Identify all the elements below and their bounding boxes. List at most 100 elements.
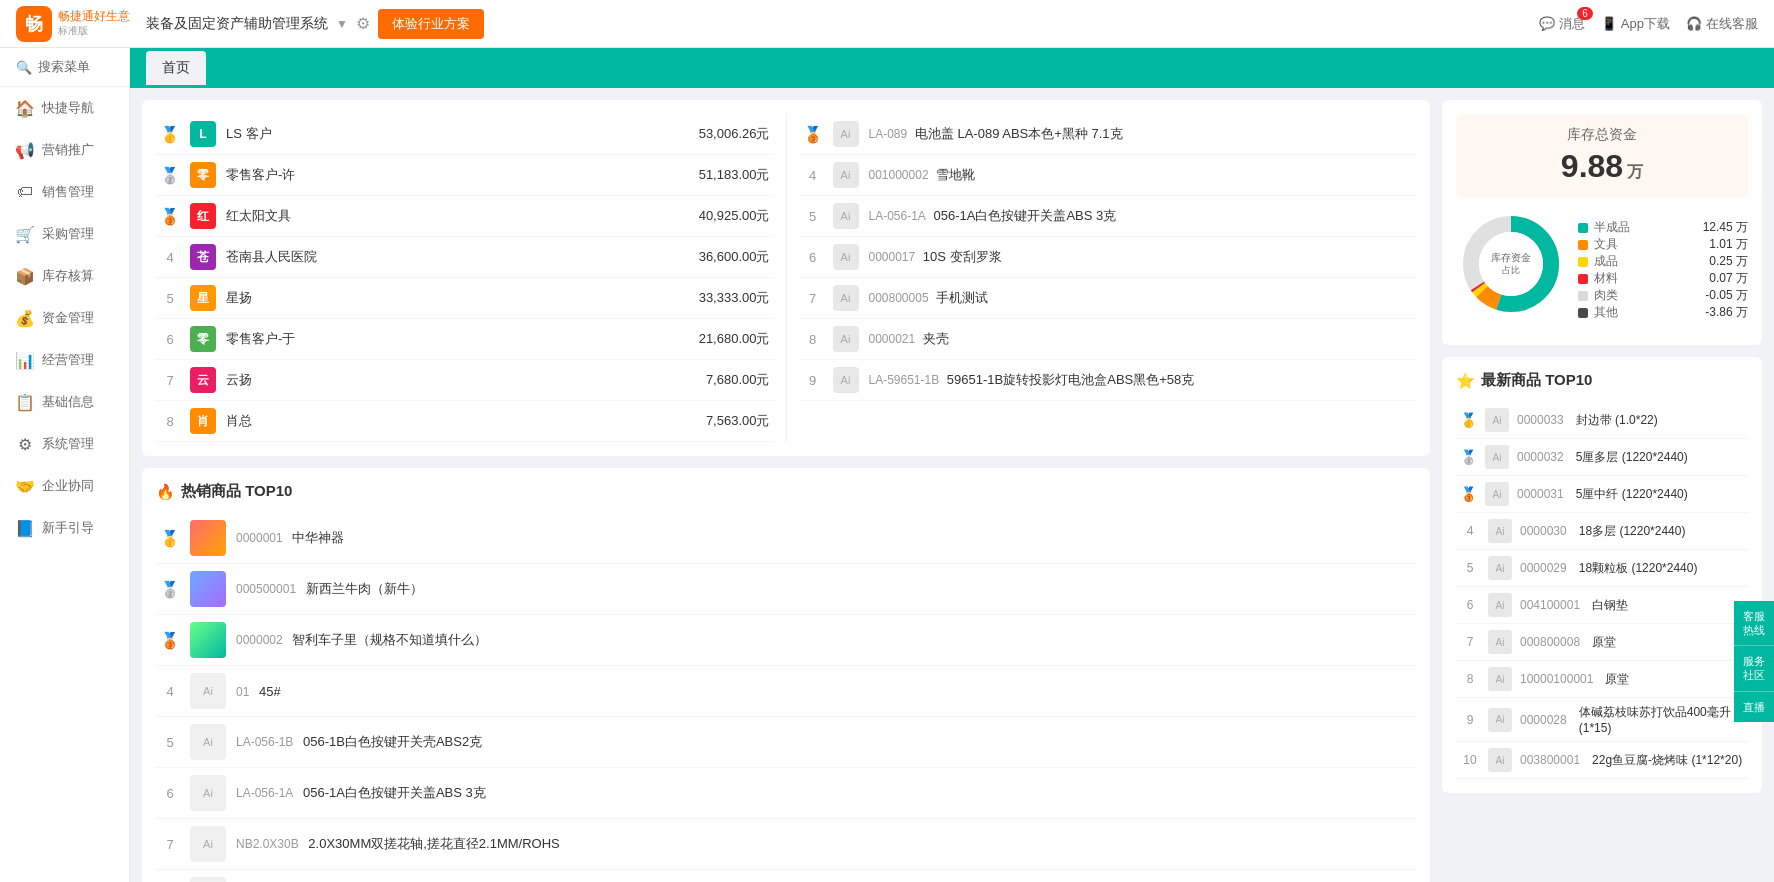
- hot-products-main-title: 🔥 热销商品 TOP10: [156, 482, 1416, 501]
- sidebar-item-quick-nav[interactable]: 🏠 快捷导航: [0, 87, 129, 129]
- new-product-row: 🥈 Ai 0000032 5厘多层 (1220*2440): [1456, 439, 1748, 476]
- np-code: 0000033: [1517, 413, 1564, 427]
- legend-label: 半成品: [1594, 219, 1630, 236]
- legend-items: 半成品 12.45 万 文具 1.01 万 成品 0.25 万 材料 0.07 …: [1578, 219, 1748, 321]
- customer-avatar: 云: [190, 367, 216, 393]
- customer-name: 肖总: [226, 412, 696, 430]
- customer-amount: 51,183.00元: [699, 166, 770, 184]
- product-info: 000800005 手机测试: [869, 289, 1413, 307]
- tag-icon: 🏷: [16, 183, 34, 201]
- hot-product-main-row: 🥇 0000001 中华神器: [156, 513, 1416, 564]
- customer-row: 6 零 零售客户-于 21,680.00元: [156, 319, 774, 360]
- new-product-row: 9 Ai 0000028 体碱荔枝味苏打饮品400毫升 (1*15): [1456, 698, 1748, 742]
- product-info: LA-056-1A 056-1A白色按键开关盖ABS 3克: [869, 207, 1413, 225]
- np-code: 0000031: [1517, 487, 1564, 501]
- chart-labels: 半成品 12.45 万 文具 1.01 万 成品 0.25 万 材料 0.07 …: [1578, 219, 1748, 321]
- rank-num: 8: [160, 414, 180, 429]
- fire-icon: 🔥: [156, 483, 175, 501]
- np-icon: Ai: [1488, 748, 1512, 772]
- hp-code: 0000001: [236, 531, 283, 545]
- settings-btn[interactable]: ⚙: [356, 14, 370, 33]
- np-icon: Ai: [1485, 408, 1509, 432]
- legend-color-box: [1578, 223, 1588, 233]
- system-dropdown-btn[interactable]: ▼: [336, 17, 348, 31]
- product-thumbnail: Ai: [190, 775, 226, 811]
- product-info: LA-089 电池盖 LA-089 ABS本色+黑种 7.1克: [869, 125, 1413, 143]
- np-name: 原堂: [1605, 671, 1744, 688]
- new-product-row: 🥉 Ai 0000031 5厘中纤 (1220*2440): [1456, 476, 1748, 513]
- product-thumbnail: [190, 520, 226, 556]
- legend-color-box: [1578, 257, 1588, 267]
- inventory-header: 库存总资金 9.88 万: [1456, 114, 1748, 197]
- legend-value: 0.25 万: [1709, 253, 1748, 270]
- product-icon: Ai: [833, 162, 859, 188]
- np-name: 5厘中纤 (1220*2440): [1576, 486, 1744, 503]
- np-code: 0000032: [1517, 450, 1564, 464]
- customer-avatar: 星: [190, 285, 216, 311]
- sidebar-item-basic-info[interactable]: 📋 基础信息: [0, 381, 129, 423]
- np-name: 18多层 (1220*2440): [1579, 523, 1744, 540]
- customer-amount: 33,333.00元: [699, 289, 770, 307]
- np-icon: Ai: [1488, 593, 1512, 617]
- hot-products-right-rows: 🥉 Ai LA-089 电池盖 LA-089 ABS本色+黑种 7.1克 4 A…: [799, 114, 1417, 401]
- legend-color-box: [1578, 308, 1588, 318]
- customer-row: 🥈 零 零售客户-许 51,183.00元: [156, 155, 774, 196]
- sidebar-item-corp-collab[interactable]: 🤝 企业协同: [0, 465, 129, 507]
- legend-item: 材料 0.07 万: [1578, 270, 1748, 287]
- legend-color-box: [1578, 240, 1588, 250]
- tab-home[interactable]: 首页: [146, 51, 206, 85]
- product-code: 0000017: [869, 250, 916, 264]
- hp-code: LA-056-1A: [236, 786, 293, 800]
- inventory-value: 9.88 万: [1472, 148, 1732, 185]
- float-btn-community[interactable]: 服务社区: [1734, 646, 1774, 692]
- online-service-btn[interactable]: 🎧 在线客服: [1686, 15, 1758, 33]
- system-name: 装备及固定资产辅助管理系统: [146, 15, 328, 33]
- product-info: 001000002 雪地靴: [869, 166, 1413, 184]
- hot-product-right-row: 🥉 Ai LA-089 电池盖 LA-089 ABS本色+黑种 7.1克: [799, 114, 1417, 155]
- silver-medal-icon: 🥈: [160, 166, 180, 185]
- product-code: LA-59651-1B: [869, 373, 940, 387]
- legend-label: 其他: [1594, 304, 1618, 321]
- product-icon: Ai: [833, 326, 859, 352]
- sidebar-item-purchase[interactable]: 🛒 采购管理: [0, 213, 129, 255]
- np-name: 18颗粒板 (1220*2440): [1579, 560, 1744, 577]
- donut-chart: 库存资金 占比: [1456, 209, 1566, 319]
- sidebar-item-finance[interactable]: 💰 资金管理: [0, 297, 129, 339]
- np-code: 0000029: [1520, 561, 1567, 575]
- sidebar-item-marketing[interactable]: 📢 营销推广: [0, 129, 129, 171]
- hp-info: 0000001 中华神器: [236, 529, 1412, 547]
- app-download-btn[interactable]: 📱 App下载: [1601, 15, 1670, 33]
- rank-num: 4: [160, 250, 180, 265]
- np-icon: Ai: [1488, 556, 1512, 580]
- sidebar-item-operations[interactable]: 📊 经营管理: [0, 339, 129, 381]
- content-area: 首页 🥇 L LS 客户 53,006.26元 🥈 零 零售客户-许 51,18…: [130, 48, 1774, 882]
- trial-btn[interactable]: 体验行业方案: [378, 9, 484, 39]
- sidebar-item-inventory[interactable]: 📦 库存核算: [0, 255, 129, 297]
- sidebar-item-guide[interactable]: 📘 新手引导: [0, 507, 129, 549]
- float-btn-live[interactable]: 直播: [1734, 692, 1774, 722]
- hp-code: 000500001: [236, 582, 296, 596]
- product-icon: Ai: [833, 203, 859, 229]
- legend-value: 0.07 万: [1709, 270, 1748, 287]
- clipboard-icon: 📋: [16, 393, 34, 411]
- product-icon: Ai: [833, 367, 859, 393]
- new-product-row: 7 Ai 000800008 原堂: [1456, 624, 1748, 661]
- sidebar-item-sys-mgmt[interactable]: ⚙ 系统管理: [0, 423, 129, 465]
- hp-info: LA-056-1A 056-1A白色按键开关盖ABS 3克: [236, 784, 1412, 802]
- gear-icon: ⚙: [16, 435, 34, 453]
- hp-code: NB2.0X30B: [236, 837, 299, 851]
- sidebar-item-sales[interactable]: 🏷 销售管理: [0, 171, 129, 213]
- hot-product-main-row: 🥉 0000002 智利车子里（规格不知道填什么）: [156, 615, 1416, 666]
- customer-row: 🥇 L LS 客户 53,006.26元: [156, 114, 774, 155]
- hot-product-main-row: 7 Ai NB2.0X30B 2.0X30MM双搓花轴,搓花直径2.1MM/RO…: [156, 819, 1416, 870]
- customer-name: 苍南县人民医院: [226, 248, 689, 266]
- product-name: 59651-1B旋转投影灯电池盒ABS黑色+58克: [947, 372, 1194, 387]
- float-btn-service[interactable]: 客服热线: [1734, 601, 1774, 647]
- hot-products-main-rows: 🥇 0000001 中华神器 🥈 000500001 新西兰牛肉（新牛） 🥉 0…: [156, 513, 1416, 882]
- search-menu[interactable]: 🔍 搜索菜单: [0, 48, 129, 87]
- hp-info: NB2.0X30B 2.0X30MM双搓花轴,搓花直径2.1MM/ROHS: [236, 835, 1412, 853]
- message-btn[interactable]: 💬 消息 6: [1539, 15, 1585, 33]
- hot-product-main-row: 8 Ai 0000011 12070519-xs: [156, 870, 1416, 882]
- logo-text: 畅捷通好生意: [58, 9, 130, 23]
- product-code: 0000021: [869, 332, 916, 346]
